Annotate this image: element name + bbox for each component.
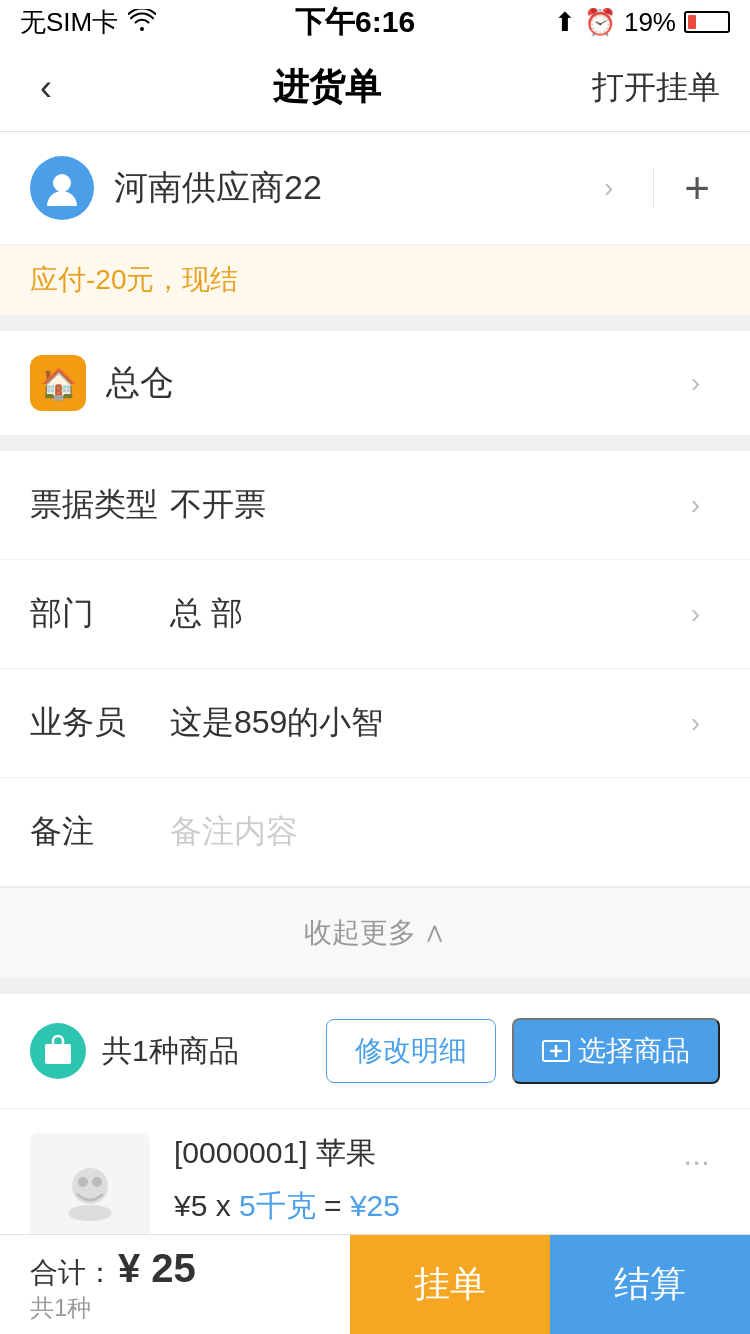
total-price: ¥25 [350,1189,400,1222]
supplier-row[interactable]: 河南供应商22 › + [0,132,750,245]
footer: 合计： ¥ 25 共1种 挂单 结算 [0,1234,750,1334]
battery-icon [684,11,730,33]
alarm-icon: ⏰ [584,7,616,38]
remark-label: 备注 [30,810,170,854]
products-icon [30,1023,86,1079]
dept-value: 总 部 [170,592,691,636]
remark-row[interactable]: 备注 备注内容 [0,778,750,887]
unit-price: ¥5 x [174,1189,239,1222]
product-more-button[interactable]: ··· [673,1133,720,1190]
wifi-icon [128,7,156,38]
nav-bar: ‹ 进货单 打开挂单 [0,44,750,132]
warehouse-row[interactable]: 🏠 总仓 › [0,331,750,435]
checkout-label: 结算 [614,1260,686,1309]
invoice-label: 票据类型 [30,483,170,527]
hang-button[interactable]: 挂单 [350,1235,550,1334]
back-button[interactable]: ‹ [30,57,62,119]
hang-label: 挂单 [414,1260,486,1309]
content: 河南供应商22 › + 应付-20元，现结 🏠 总仓 › 票据类型 不开票 › … [0,132,750,1334]
supplier-card: 河南供应商22 › + 应付-20元，现结 [0,132,750,315]
status-bar: 无SIM卡 下午6:16 ⬆ ⏰ 19% [0,0,750,44]
notice-row: 应付-20元，现结 [0,245,750,315]
select-product-label: 选择商品 [578,1032,690,1070]
warehouse-card: 🏠 总仓 › [0,331,750,435]
product-info: [0000001] 苹果 ¥5 x 5千克 = ¥25 [174,1133,673,1227]
edit-detail-button[interactable]: 修改明细 [326,1019,496,1083]
carrier-text: 无SIM卡 [20,5,118,40]
notice-text: 应付-20元，现结 [30,264,238,295]
product-code: [0000001] [174,1136,316,1169]
status-bar-right: ⬆ ⏰ 19% [554,7,730,38]
total-sub: 共1种 [30,1292,320,1324]
checkout-button[interactable]: 结算 [550,1235,750,1334]
equals: = [316,1189,350,1222]
total-amount: ¥ 25 [118,1246,196,1291]
supplier-avatar [30,156,94,220]
quantity: 5千克 [239,1189,316,1222]
location-icon: ⬆ [554,7,576,38]
warehouse-icon: 🏠 [30,355,86,411]
open-hang-button[interactable]: 打开挂单 [592,66,720,110]
status-bar-left: 无SIM卡 [20,5,156,40]
staff-label: 业务员 [30,701,170,745]
warehouse-icon-symbol: 🏠 [40,366,77,401]
collapse-button[interactable]: 收起更多 ∧ [0,887,750,978]
product-price: ¥5 x 5千克 = ¥25 [174,1186,673,1227]
supplier-name: 河南供应商22 [114,165,604,211]
collapse-label: 收起更多 ∧ [304,917,447,948]
product-name: [0000001] 苹果 [174,1133,673,1174]
add-supplier-button[interactable]: + [674,163,720,213]
warehouse-name: 总仓 [106,360,691,406]
select-product-button[interactable]: 选择商品 [512,1018,720,1084]
invoice-row[interactable]: 票据类型 不开票 › [0,451,750,560]
invoice-chevron-icon: › [691,489,700,521]
staff-value: 这是859的小智 [170,701,691,745]
page-title: 进货单 [273,63,381,112]
svg-point-6 [92,1177,102,1187]
remark-input[interactable]: 备注内容 [170,810,720,854]
staff-chevron-icon: › [691,707,700,739]
dept-row[interactable]: 部门 总 部 › [0,560,750,669]
svg-rect-1 [45,1044,71,1064]
supplier-chevron-icon: › [604,172,613,204]
form-card: 票据类型 不开票 › 部门 总 部 › 业务员 这是859的小智 › 备注 备注… [0,451,750,978]
products-count: 共1种商品 [102,1031,326,1072]
dept-label: 部门 [30,592,170,636]
dept-chevron-icon: › [691,598,700,630]
svg-point-5 [78,1177,88,1187]
products-header: 共1种商品 修改明细 选择商品 [0,994,750,1109]
warehouse-chevron-icon: › [691,367,700,399]
svg-point-3 [72,1168,108,1204]
divider [653,168,654,208]
svg-point-4 [68,1205,112,1221]
status-bar-time: 下午6:16 [295,2,415,43]
staff-row[interactable]: 业务员 这是859的小智 › [0,669,750,778]
svg-point-0 [53,174,71,192]
invoice-value: 不开票 [170,483,691,527]
product-title: 苹果 [316,1136,376,1169]
battery-percent: 19% [624,7,676,38]
footer-total: 合计： ¥ 25 共1种 [0,1235,350,1334]
total-label: 合计： [30,1254,114,1292]
